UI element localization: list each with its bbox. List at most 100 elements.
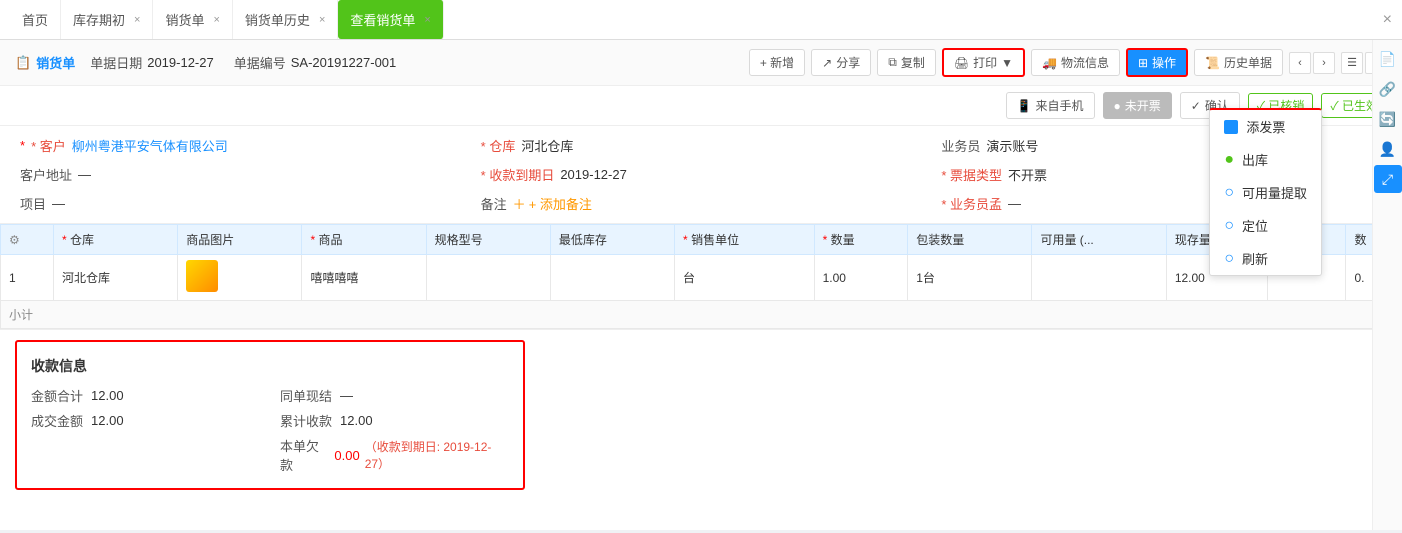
add-invoice-item[interactable]: 添发票: [1210, 110, 1321, 143]
doc-header: 📋 销货单 单据日期 2019-12-27 单据编号 SA-20191227-0…: [0, 40, 1402, 86]
warehouse-value: 河北仓库: [521, 136, 573, 155]
sidebar-icon-expand[interactable]: ⤢: [1374, 165, 1402, 193]
share-icon: ↗: [822, 56, 832, 70]
col-product-img: 商品图片: [178, 225, 302, 255]
window-close-button[interactable]: ×: [1383, 11, 1392, 29]
row-available: [1032, 255, 1166, 301]
row-unit: 台: [675, 255, 815, 301]
same-order-label: 同单现结: [280, 386, 332, 405]
col-available: 可用量 (...: [1032, 225, 1166, 255]
payment-grid: 金额合计 12.00 同单现结 — 成交金额 12.00 累计收款 12.00 …: [31, 386, 509, 474]
note-field: 备注 ＋ + 添加备注: [481, 194, 922, 213]
sidebar-icon-user[interactable]: 👤: [1374, 135, 1402, 163]
grid-icon: ⊞: [1138, 56, 1148, 70]
doc-icon: 📋: [15, 55, 31, 71]
dot-blue-icon3: ○: [1224, 250, 1234, 268]
next-button[interactable]: ›: [1313, 52, 1335, 74]
print-icon: 🖨: [954, 56, 969, 70]
tab-inventory-close[interactable]: ×: [134, 14, 140, 26]
tab-sales-history[interactable]: 销货单历史 ×: [233, 0, 338, 39]
list-view-button[interactable]: ☰: [1341, 52, 1363, 74]
customer-label-text: * 客户: [31, 136, 66, 155]
sidebar-icon-link[interactable]: 🔗: [1374, 75, 1402, 103]
row-qty: 1.00: [814, 255, 908, 301]
col-min-stock: 最低库存: [550, 225, 674, 255]
square-icon: [1224, 120, 1238, 134]
col-qty: * 数量: [814, 225, 908, 255]
table-row: 1 河北仓库 嘻嘻嘻嘻 台 1.00 1台 12.00 0.: [1, 255, 1402, 301]
nav-arrows: ‹ ›: [1289, 52, 1335, 74]
subtotal-label: 小计: [1, 301, 1402, 329]
outstanding-label: 本单欠款: [280, 436, 329, 474]
outstanding-value: 0.00: [334, 448, 359, 463]
from-mobile-button[interactable]: 📱 来自手机: [1006, 92, 1095, 119]
tab-sales-label: 销货单: [165, 10, 204, 29]
invoice-icon: ●: [1114, 99, 1121, 113]
add-note-button[interactable]: ＋ + 添加备注: [513, 194, 592, 213]
toolbar-right: + 新增 ↗ 分享 ⧉ 复制 🖨 打印 ▼ 🚚 物流信息 ⊞ 操作: [749, 48, 1387, 77]
dot-blue-icon2: ○: [1224, 217, 1234, 235]
doc-meta: 单据日期 2019-12-27 单据编号 SA-20191227-001: [90, 53, 396, 72]
project-label: 项目: [20, 194, 46, 213]
doc-title: 📋 销货单: [15, 53, 75, 72]
tab-bar: 首页 库存期初 × 销货单 × 销货单历史 × 查看销货单 × ×: [0, 0, 1402, 40]
new-button[interactable]: + 新增: [749, 49, 805, 76]
tab-view-sales-label: 查看销货单: [350, 10, 415, 29]
main-content: 📋 销货单 单据日期 2019-12-27 单据编号 SA-20191227-0…: [0, 40, 1402, 530]
outbound-item[interactable]: ● 出库: [1210, 143, 1321, 176]
staff2-label: * 业务员孟: [941, 194, 1002, 213]
history-button[interactable]: 📜 历史单据: [1194, 49, 1283, 76]
not-open-button[interactable]: ● 未开票: [1103, 92, 1172, 119]
settings-icon[interactable]: ⚙: [9, 233, 20, 247]
due-date-label: * 收款到期日: [481, 165, 555, 184]
tab-home[interactable]: 首页: [10, 0, 61, 39]
locate-item[interactable]: ○ 定位: [1210, 209, 1321, 242]
col-unit: * 销售单位: [675, 225, 815, 255]
project-value: —: [52, 196, 65, 211]
tab-sales-close[interactable]: ×: [213, 14, 219, 26]
row-spec: [426, 255, 550, 301]
tab-sales-history-label: 销货单历史: [245, 10, 310, 29]
due-date-field: * 收款到期日 2019-12-27: [481, 165, 922, 184]
operate-button[interactable]: ⊞ 操作: [1126, 48, 1188, 77]
tab-view-sales-close[interactable]: ×: [424, 14, 430, 26]
prev-button[interactable]: ‹: [1289, 52, 1311, 74]
row-min-stock: [550, 255, 674, 301]
col-warehouse: * 仓库: [54, 225, 178, 255]
same-order-row: 同单现结 —: [280, 386, 509, 405]
product-image: [186, 260, 218, 292]
invoice-label: * 票据类型: [941, 165, 1002, 184]
project-field: 项目 —: [20, 194, 461, 213]
sidebar-icon-refresh[interactable]: 🔄: [1374, 105, 1402, 133]
available-qty-item[interactable]: ○ 可用量提取: [1210, 176, 1321, 209]
sidebar-icon-doc[interactable]: 📄: [1374, 45, 1402, 73]
customer-value[interactable]: 柳州粤港平安气体有限公司: [72, 136, 228, 155]
dot-blue-icon1: ○: [1224, 184, 1234, 202]
row-product-img: [178, 255, 302, 301]
tab-view-sales[interactable]: 查看销货单 ×: [338, 0, 443, 39]
col-settings[interactable]: ⚙: [1, 225, 54, 255]
tab-home-label: 首页: [22, 10, 48, 29]
share-button[interactable]: ↗ 分享: [811, 49, 871, 76]
table-wrap: ⚙ * 仓库 商品图片 * 商品 规格型号 最低库存 * 销售单位 * 数量 包…: [0, 224, 1402, 330]
row-warehouse: 河北仓库: [54, 255, 178, 301]
tab-inventory[interactable]: 库存期初 ×: [61, 0, 153, 39]
cumulative-value: 12.00: [340, 413, 373, 428]
logistics-button[interactable]: 🚚 物流信息: [1031, 49, 1120, 76]
tab-sales-history-close[interactable]: ×: [319, 14, 325, 26]
total-amount-value: 12.00: [91, 388, 124, 403]
copy-button[interactable]: ⧉ 复制: [877, 49, 936, 76]
mobile-icon: 📱: [1017, 99, 1032, 113]
customer-field: * * 客户 柳州粤港平安气体有限公司: [20, 136, 461, 155]
cumulative-label: 累计收款: [280, 411, 332, 430]
row-pkg-qty: 1台: [908, 255, 1032, 301]
right-sidebar: 📄 🔗 🔄 👤 ⤢: [1372, 40, 1402, 530]
print-button[interactable]: 🖨 打印 ▼: [942, 48, 1025, 77]
truck-icon: 🚚: [1042, 56, 1057, 70]
warehouse-field: * 仓库 河北仓库: [481, 136, 922, 155]
tab-sales[interactable]: 销货单 ×: [153, 0, 232, 39]
warehouse-label: * 仓库: [481, 136, 516, 155]
doc-number-label: 单据编号 SA-20191227-001: [234, 53, 397, 72]
refresh-item[interactable]: ○ 刷新: [1210, 242, 1321, 275]
print-dropdown-icon: ▼: [1001, 56, 1013, 70]
